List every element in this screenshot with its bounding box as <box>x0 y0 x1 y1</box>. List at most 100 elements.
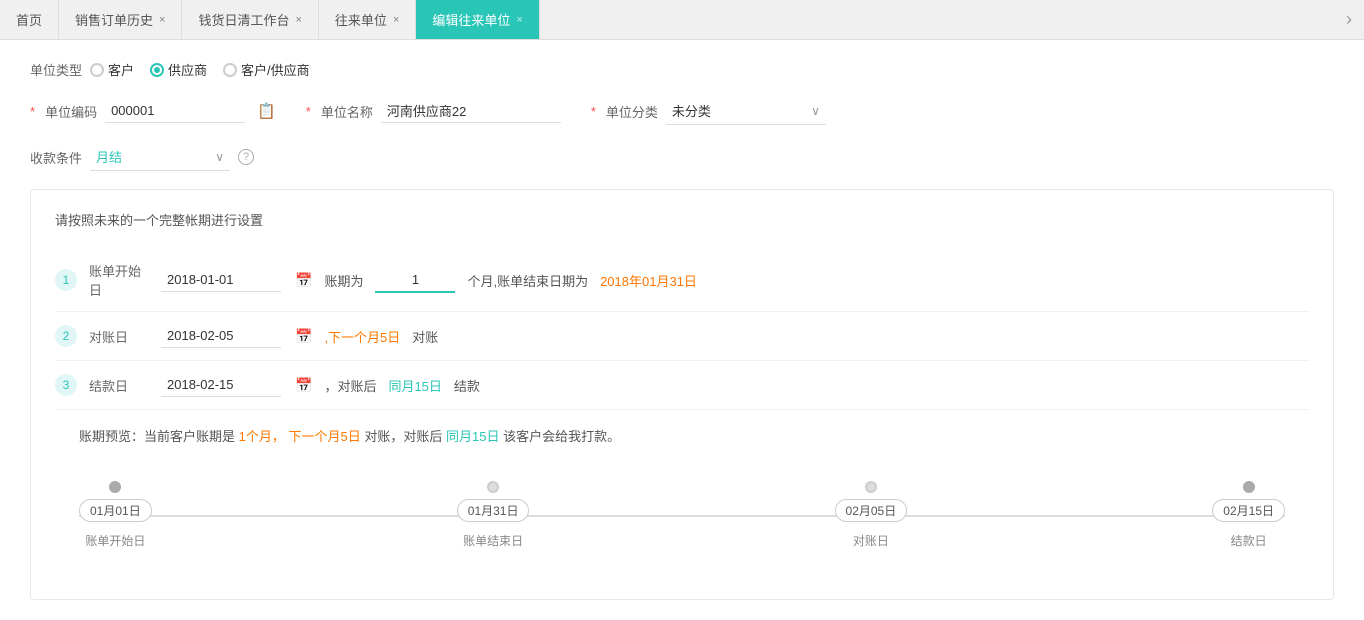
close-icon[interactable]: × <box>516 14 522 26</box>
step-3-desc-prefix: ，对账后 <box>324 376 376 395</box>
radio-both[interactable]: 客户/供应商 <box>223 60 310 79</box>
tl-label-1: 账单结束日 <box>463 532 523 549</box>
tl-dot-1 <box>487 481 499 493</box>
close-icon[interactable]: × <box>393 14 399 26</box>
radio-customer-label: 客户 <box>108 60 134 79</box>
calendar-2-icon[interactable]: 📅 <box>295 328 312 345</box>
step-1-row: 1 账单开始日 📅 账期为 个月,账单结束日期为 2018年01月31日 <box>55 249 1309 312</box>
preview-check-normal: 对账，对账后 <box>364 429 442 444</box>
tl-point-2: 02月05日 对账日 <box>835 481 908 549</box>
preview-check-orange: 下一个月5日 <box>289 429 361 444</box>
step-1-desc-suffix: 个月,账单结束日期为 <box>467 271 588 290</box>
tab-units[interactable]: 往来单位 × <box>319 0 416 39</box>
unit-name-required: * <box>306 104 311 119</box>
unit-category-label: 单位分类 <box>606 102 658 121</box>
tab-edit-unit-label: 编辑往来单位 <box>432 10 510 29</box>
step-3-label: 结款日 <box>89 376 149 395</box>
tl-label-3: 结款日 <box>1231 532 1267 549</box>
radio-supplier-circle <box>150 63 164 77</box>
unit-code-item: * 单位编码 📋 <box>30 99 276 123</box>
preview-section: 账期预览：当前客户账期是 1个月， 下一个月5日 对账，对账后 同月15日 该客… <box>55 410 1309 461</box>
tl-point-3: 02月15日 结款日 <box>1212 481 1285 549</box>
tl-chip-1: 01月31日 <box>457 499 530 522</box>
tab-home[interactable]: 首页 <box>0 0 59 39</box>
preview-period-orange: 1个月， <box>239 429 285 444</box>
tab-cashflow[interactable]: 钱货日清工作台 × <box>182 0 318 39</box>
tl-label-0: 账单开始日 <box>85 532 145 549</box>
unit-code-label: 单位编码 <box>45 102 97 121</box>
tab-cashflow-label: 钱货日清工作台 <box>198 10 289 29</box>
unit-type-radio-group: 客户 供应商 客户/供应商 <box>90 60 310 79</box>
payment-item: 收款条件 月结 ∨ ? <box>30 143 254 171</box>
tab-units-label: 往来单位 <box>335 10 387 29</box>
tab-edit-unit[interactable]: 编辑往来单位 × <box>416 0 539 39</box>
tl-label-2: 对账日 <box>853 532 889 549</box>
unit-category-item: * 单位分类 未分类 ∨ <box>591 97 826 125</box>
step-3-num: 3 <box>55 374 77 396</box>
preview-pay-teal: 同月15日 <box>446 429 499 444</box>
calendar-1-icon[interactable]: 📅 <box>295 272 312 289</box>
timeline-bar: 01月01日 账单开始日 01月31日 账单结束日 02月05日 对账日 <box>79 481 1285 549</box>
unit-name-label: 单位名称 <box>321 102 373 121</box>
close-icon[interactable]: × <box>159 14 165 26</box>
tab-sales-history-label: 销售订单历史 <box>75 10 153 29</box>
unit-code-required: * <box>30 104 35 119</box>
help-icon[interactable]: ? <box>238 149 254 165</box>
copy-icon[interactable]: 📋 <box>257 102 276 120</box>
tab-more-button[interactable]: › <box>1334 0 1364 39</box>
radio-supplier[interactable]: 供应商 <box>150 60 207 79</box>
step-1-num: 1 <box>55 269 77 291</box>
unit-type-item: 单位类型 客户 供应商 客户/供应商 <box>30 60 310 79</box>
unit-cat-required: * <box>591 104 596 119</box>
step-3-date-input[interactable] <box>161 373 281 397</box>
dropdown-arrow-icon: ∨ <box>811 104 820 118</box>
radio-customer[interactable]: 客户 <box>90 60 134 79</box>
tl-chip-0: 01月01日 <box>79 499 152 522</box>
payment-row: 收款条件 月结 ∨ ? <box>30 143 1334 171</box>
step-3-desc-suffix: 结款 <box>454 376 480 395</box>
radio-both-label: 客户/供应商 <box>241 60 310 79</box>
unit-category-dropdown[interactable]: 未分类 ∨ <box>666 97 826 125</box>
step-1-label: 账单开始日 <box>89 261 149 299</box>
radio-both-circle <box>223 63 237 77</box>
card-title: 请按照未来的一个完整帐期进行设置 <box>55 210 1309 229</box>
unit-details-row: * 单位编码 📋 * 单位名称 * 单位分类 未分类 ∨ <box>30 97 1334 125</box>
payment-label: 收款条件 <box>30 148 82 167</box>
tl-dot-2 <box>865 481 877 493</box>
unit-code-input[interactable] <box>105 99 245 123</box>
step-1-date-input[interactable] <box>161 268 281 292</box>
main-content: 单位类型 客户 供应商 客户/供应商 * 单位编码 <box>0 40 1364 620</box>
payment-dropdown[interactable]: 月结 ∨ <box>90 143 230 171</box>
preview-pay-suffix: 该客户会给我打款。 <box>503 429 620 444</box>
timeline-points: 01月01日 账单开始日 01月31日 账单结束日 02月05日 对账日 <box>79 481 1285 549</box>
tl-chip-3: 02月15日 <box>1212 499 1285 522</box>
tl-point-1: 01月31日 账单结束日 <box>457 481 530 549</box>
tab-home-label: 首页 <box>16 10 42 29</box>
tab-sales-history[interactable]: 销售订单历史 × <box>59 0 182 39</box>
step-1-desc-prefix: 账期为 <box>324 271 363 290</box>
unit-name-input[interactable] <box>381 99 561 123</box>
close-icon[interactable]: × <box>295 14 301 26</box>
unit-category-value: 未分类 <box>672 101 805 120</box>
step-2-desc-normal: 对账 <box>412 327 438 346</box>
chevron-right-icon: › <box>1346 9 1352 30</box>
step-2-row: 2 对账日 📅 ,下一个月5日 对账 <box>55 312 1309 361</box>
preview-label: 账期预览：当前客户账期是 <box>79 429 235 444</box>
step-3-desc-teal: 同月15日 <box>388 376 441 395</box>
tl-point-0: 01月01日 账单开始日 <box>79 481 152 549</box>
period-input[interactable] <box>375 268 455 293</box>
radio-supplier-label: 供应商 <box>168 60 207 79</box>
payment-value: 月结 <box>96 147 209 166</box>
unit-type-row: 单位类型 客户 供应商 客户/供应商 <box>30 60 1334 79</box>
calendar-3-icon[interactable]: 📅 <box>295 377 312 394</box>
step-2-date-input[interactable] <box>161 324 281 348</box>
tl-dot-start <box>109 481 121 493</box>
radio-customer-circle <box>90 63 104 77</box>
unit-name-item: * 单位名称 <box>306 99 561 123</box>
step-3-row: 3 结款日 📅 ，对账后 同月15日 结款 <box>55 361 1309 410</box>
step-2-num: 2 <box>55 325 77 347</box>
unit-type-label: 单位类型 <box>30 60 82 79</box>
step-2-desc-orange: ,下一个月5日 <box>324 327 400 346</box>
tl-chip-2: 02月05日 <box>835 499 908 522</box>
payment-dropdown-arrow-icon: ∨ <box>215 150 224 164</box>
